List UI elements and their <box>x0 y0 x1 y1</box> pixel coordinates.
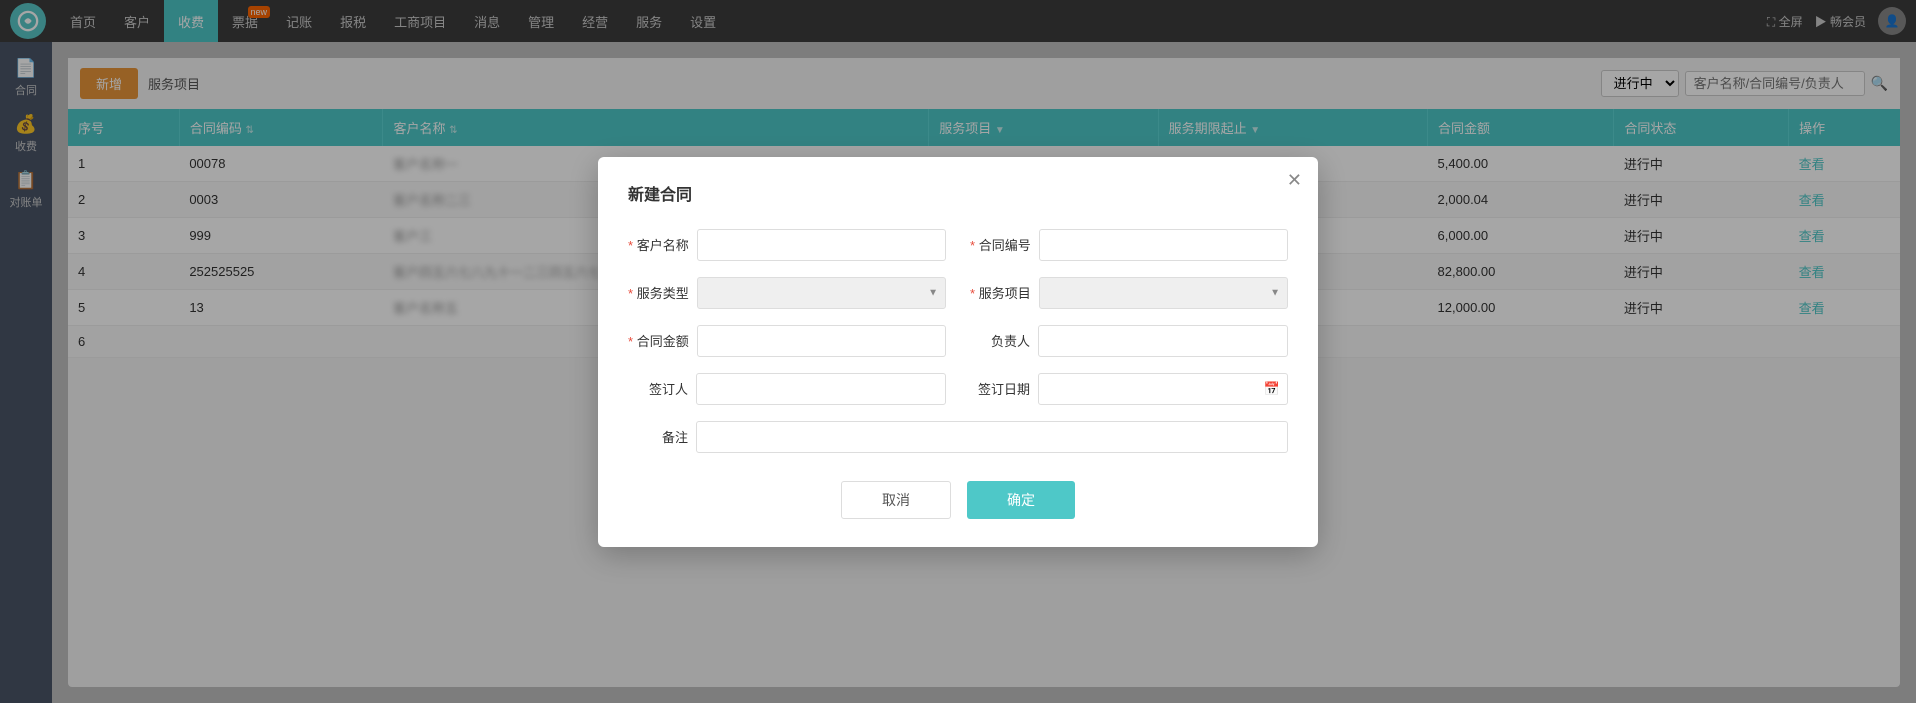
service-type-label: * 服务类型 <box>628 283 689 302</box>
confirm-button[interactable]: 确定 <box>967 481 1075 519</box>
sign-date-field: 签订日期 2023-06-06 📅 <box>970 373 1288 405</box>
customer-name-field: * 客户名称 <box>628 229 946 261</box>
modal-footer: 取消 确定 <box>628 481 1288 519</box>
modal-title: 新建合同 <box>628 181 1288 205</box>
contract-amount-label: * 合同金额 <box>628 331 689 350</box>
new-contract-modal: ✕ 新建合同 * 客户名称 * 合同编号 * <box>598 157 1318 547</box>
contract-no-label: * 合同编号 <box>970 235 1031 254</box>
cancel-button[interactable]: 取消 <box>841 481 951 519</box>
notes-field: 备注 <box>628 421 1288 453</box>
customer-name-label: * 客户名称 <box>628 235 689 254</box>
service-item-field: * 服务项目 <box>970 277 1288 309</box>
responsible-input[interactable] <box>1038 325 1288 357</box>
service-type-wrapper <box>697 277 946 309</box>
form-grid: * 客户名称 * 合同编号 * 服务类型 <box>628 229 1288 453</box>
service-item-label: * 服务项目 <box>970 283 1031 302</box>
responsible-label: 负责人 <box>970 331 1030 350</box>
service-type-field: * 服务类型 <box>628 277 946 309</box>
signer-label: 签订人 <box>628 379 688 398</box>
contract-amount-field: * 合同金额 0.00 <box>628 325 946 357</box>
sign-date-label: 签订日期 <box>970 379 1030 398</box>
notes-input[interactable] <box>696 421 1288 453</box>
service-item-select[interactable] <box>1039 277 1288 309</box>
signer-field: 签订人 <box>628 373 946 405</box>
modal-close-button[interactable]: ✕ <box>1287 171 1302 189</box>
notes-label: 备注 <box>628 427 688 446</box>
sign-date-input[interactable]: 2023-06-06 <box>1038 373 1288 405</box>
service-type-select[interactable] <box>697 277 946 309</box>
calendar-icon: 📅 <box>1264 381 1280 397</box>
contract-amount-input[interactable]: 0.00 <box>697 325 946 357</box>
contract-no-input[interactable] <box>1039 229 1288 261</box>
service-item-wrapper <box>1039 277 1288 309</box>
signer-input[interactable] <box>696 373 946 405</box>
customer-name-input[interactable] <box>697 229 946 261</box>
sign-date-wrapper: 2023-06-06 📅 <box>1038 373 1288 405</box>
contract-no-field: * 合同编号 <box>970 229 1288 261</box>
modal-overlay: ✕ 新建合同 * 客户名称 * 合同编号 * <box>0 0 1916 703</box>
responsible-field: 负责人 <box>970 325 1288 357</box>
